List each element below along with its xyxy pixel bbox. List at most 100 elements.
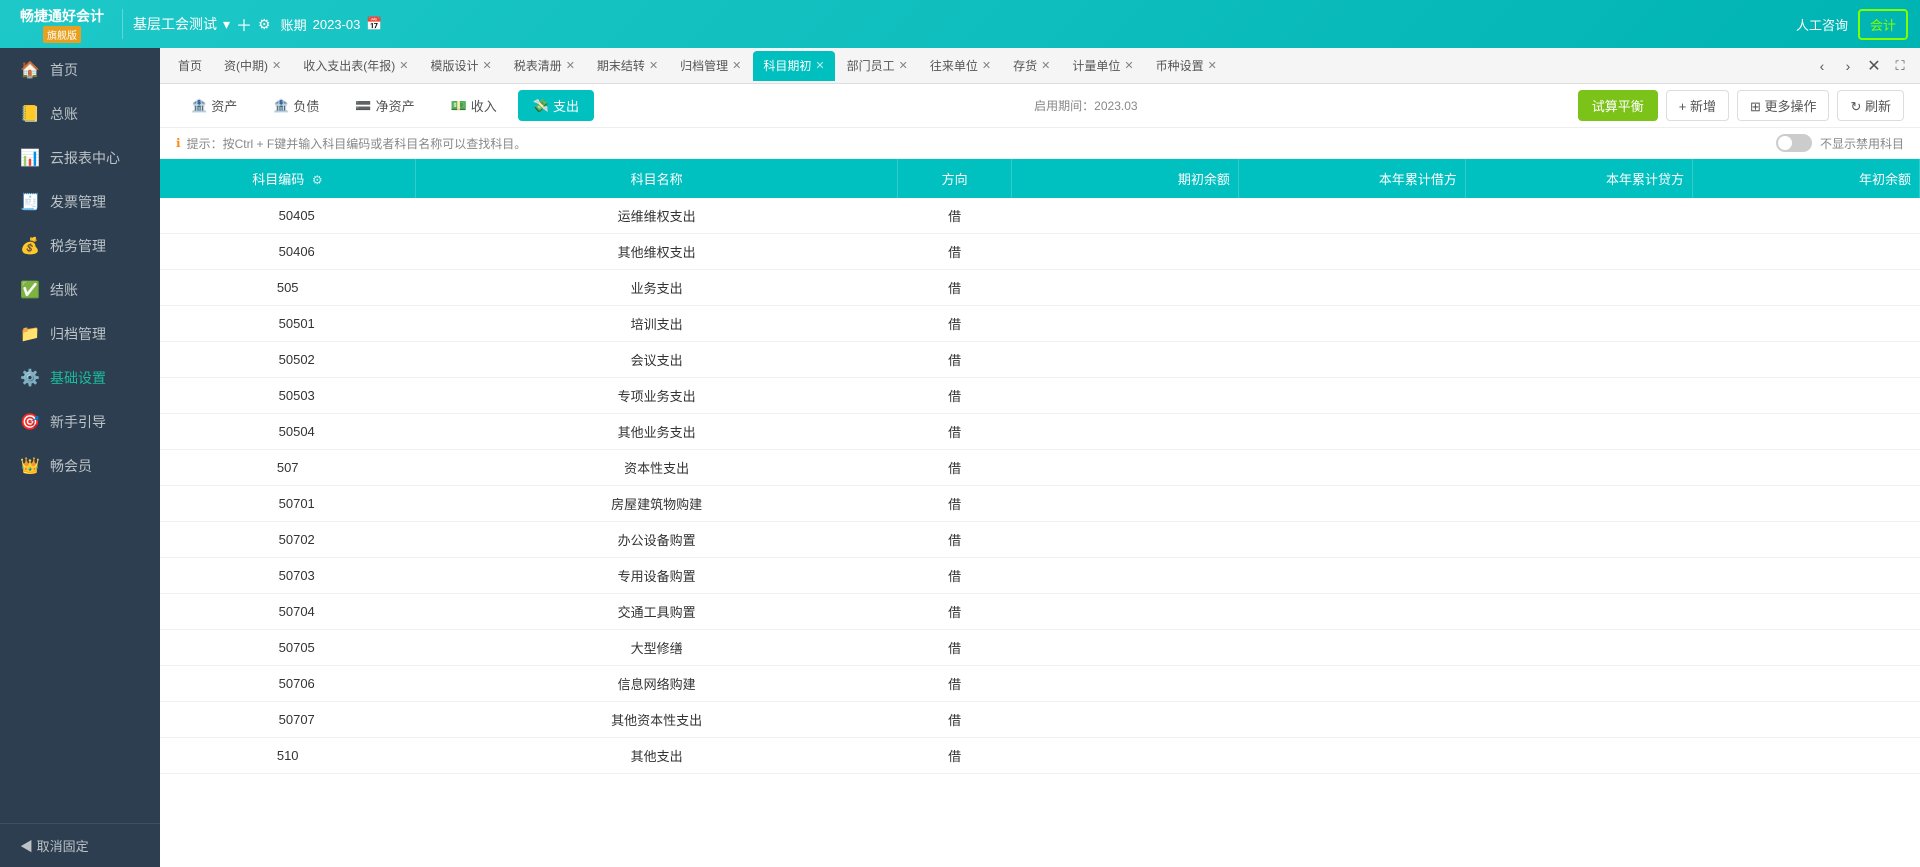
disable-toggle[interactable] — [1776, 134, 1812, 152]
tab-currency[interactable]: 币种设置✕ — [1146, 51, 1227, 81]
cell-begin — [1011, 630, 1238, 666]
tab-balance_mid[interactable]: 资(中期)✕ — [214, 51, 291, 81]
tab-close-tax_clear[interactable]: ✕ — [566, 59, 575, 72]
sidebar-item-tax[interactable]: 💰税务管理 — [0, 224, 160, 268]
tab-close-inventory[interactable]: ✕ — [1041, 59, 1050, 72]
tab-archive_mgr[interactable]: 归档管理 ✕ — [670, 51, 751, 81]
calc-balance-btn[interactable]: 试算平衡 — [1578, 90, 1658, 121]
settings-icon[interactable]: ⚙ — [258, 16, 271, 33]
cell-code: 50504 — [160, 414, 415, 450]
table-row[interactable]: 50701 房屋建筑物购建 借 — [160, 486, 1920, 522]
cell-begin — [1011, 702, 1238, 738]
sidebar-item-member[interactable]: 👑畅会员 — [0, 444, 160, 488]
tab-home[interactable]: 首页 — [168, 51, 212, 81]
table-row[interactable]: 50405 运维维权支出 借 — [160, 198, 1920, 234]
cell-dir: 借 — [898, 486, 1012, 522]
cell-code: 50706 — [160, 666, 415, 702]
tab-close-all[interactable]: ✕ — [1862, 54, 1886, 78]
tab-income_annual[interactable]: 收入支出表(年报) ✕ — [293, 51, 418, 81]
tab-label-income_annual: 收入支出表(年报) — [303, 57, 395, 74]
table-row[interactable]: 50705 大型修缮 借 — [160, 630, 1920, 666]
cell-year-begin — [1692, 486, 1919, 522]
tab-scroll-right[interactable]: › — [1836, 54, 1860, 78]
table-row[interactable]: 510 其他支出 借 — [160, 738, 1920, 774]
tab-close-template[interactable]: ✕ — [482, 59, 491, 72]
table-row[interactable]: 50704 交通工具购置 借 — [160, 594, 1920, 630]
more-btn[interactable]: ⊞ 更多操作 — [1737, 90, 1830, 121]
tab-tax_clear[interactable]: 税表清册✕ — [504, 51, 585, 81]
table-row[interactable]: 50702 办公设备购置 借 — [160, 522, 1920, 558]
tab-counterpart[interactable]: 往来单位✕ — [920, 51, 1001, 81]
tab-label-archive_mgr: 归档管理 — [680, 57, 728, 74]
sub-tab-liability[interactable]: 🏦负债 — [258, 90, 334, 121]
tab-close-counterpart[interactable]: ✕ — [982, 59, 991, 72]
cell-debit — [1238, 450, 1465, 486]
cell-name: 资本性支出 — [415, 450, 897, 486]
accounting-btn[interactable]: 会计 — [1858, 9, 1908, 40]
cell-begin — [1011, 234, 1238, 270]
tab-close-unit[interactable]: ✕ — [1124, 59, 1133, 72]
sub-tab-icon-expense: 💸 — [533, 98, 549, 114]
tip-text: 提示：按Ctrl + F键并输入科目编码或者科目名称可以查找科目。 — [187, 135, 527, 152]
tab-close-period_end[interactable]: ✕ — [649, 59, 658, 72]
cell-dir: 借 — [898, 414, 1012, 450]
sub-tab-net_asset[interactable]: 🟰净资产 — [340, 90, 429, 121]
sidebar-item-reports[interactable]: 📊云报表中心 — [0, 136, 160, 180]
sub-tab-expense[interactable]: 💸支出 — [518, 90, 594, 121]
cell-name: 运维维权支出 — [415, 198, 897, 234]
col-settings-icon[interactable]: ⚙ — [312, 173, 323, 187]
cell-year-begin — [1692, 738, 1919, 774]
refresh-btn[interactable]: ↻ 刷新 — [1837, 90, 1904, 121]
sidebar-item-invoice[interactable]: 🧾发票管理 — [0, 180, 160, 224]
table-row[interactable]: 50503 专项业务支出 借 — [160, 378, 1920, 414]
sub-tab-label-net_asset: 净资产 — [376, 96, 415, 115]
tab-close-dept_staff[interactable]: ✕ — [899, 59, 908, 72]
table-row[interactable]: 50502 会议支出 借 — [160, 342, 1920, 378]
table-row[interactable]: 50706 信息网络购建 借 — [160, 666, 1920, 702]
tab-expand[interactable]: ⛶ — [1888, 54, 1912, 78]
table-row[interactable]: 50703 专用设备购置 借 — [160, 558, 1920, 594]
table-row[interactable]: 505 业务支出 借 — [160, 270, 1920, 306]
table-row[interactable]: 50504 其他业务支出 借 — [160, 414, 1920, 450]
consulting-btn[interactable]: 人工咨询 — [1796, 15, 1848, 34]
tab-close-currency[interactable]: ✕ — [1208, 59, 1217, 72]
sidebar-item-home[interactable]: 🏠首页 — [0, 48, 160, 92]
sub-tab-label-income: 收入 — [471, 96, 497, 115]
table-row[interactable]: 507 资本性支出 借 — [160, 450, 1920, 486]
tab-subject_init[interactable]: 科目期初✕ — [753, 51, 834, 81]
cell-name: 业务支出 — [415, 270, 897, 306]
tab-scroll-left[interactable]: ‹ — [1810, 54, 1834, 78]
table-row[interactable]: 50501 培训支出 借 — [160, 306, 1920, 342]
company-selector[interactable]: 基层工会测试 ▾ ＋ ⚙ — [133, 12, 271, 36]
sub-tab-asset[interactable]: 🏦资产 — [176, 90, 252, 121]
sidebar-item-guide[interactable]: 🎯新手引导 — [0, 400, 160, 444]
table-row[interactable]: 50406 其他维权支出 借 — [160, 234, 1920, 270]
sidebar-item-settlement[interactable]: ✅结账 — [0, 268, 160, 312]
table-row[interactable]: 50707 其他资本性支出 借 — [160, 702, 1920, 738]
tab-template[interactable]: 模版设计✕ — [420, 51, 501, 81]
tab-inventory[interactable]: 存货✕ — [1003, 51, 1060, 81]
tab-label-period_end: 期末结转 — [597, 57, 645, 74]
cell-name: 培训支出 — [415, 306, 897, 342]
tab-period_end[interactable]: 期末结转 ✕ — [587, 51, 668, 81]
tab-close-income_annual[interactable]: ✕ — [399, 59, 408, 72]
add-tab-icon[interactable]: ＋ — [236, 12, 252, 36]
divider — [122, 9, 123, 39]
sidebar-collapse-btn[interactable]: ◀ 取消固定 — [0, 823, 160, 867]
sidebar-item-ledger[interactable]: 📒总账 — [0, 92, 160, 136]
cell-code: 50702 — [160, 522, 415, 558]
cell-code: 50405 — [160, 198, 415, 234]
cell-code: 510 — [160, 738, 415, 774]
cell-name: 其他支出 — [415, 738, 897, 774]
tab-dept_staff[interactable]: 部门员工✕ — [837, 51, 918, 81]
tab-close-subject_init[interactable]: ✕ — [815, 59, 824, 72]
tab-close-archive_mgr[interactable]: ✕ — [732, 59, 741, 72]
add-btn[interactable]: + 新增 — [1666, 90, 1729, 121]
tab-close-balance_mid[interactable]: ✕ — [272, 59, 281, 72]
tab-unit[interactable]: 计量单位✕ — [1062, 51, 1143, 81]
sidebar-item-settings[interactable]: ⚙️基础设置 — [0, 356, 160, 400]
cell-code: 50703 — [160, 558, 415, 594]
sidebar-item-archive[interactable]: 📁归档管理 — [0, 312, 160, 356]
calendar-icon[interactable]: 📅 — [366, 16, 382, 32]
sub-tab-income[interactable]: 💵收入 — [436, 90, 512, 121]
